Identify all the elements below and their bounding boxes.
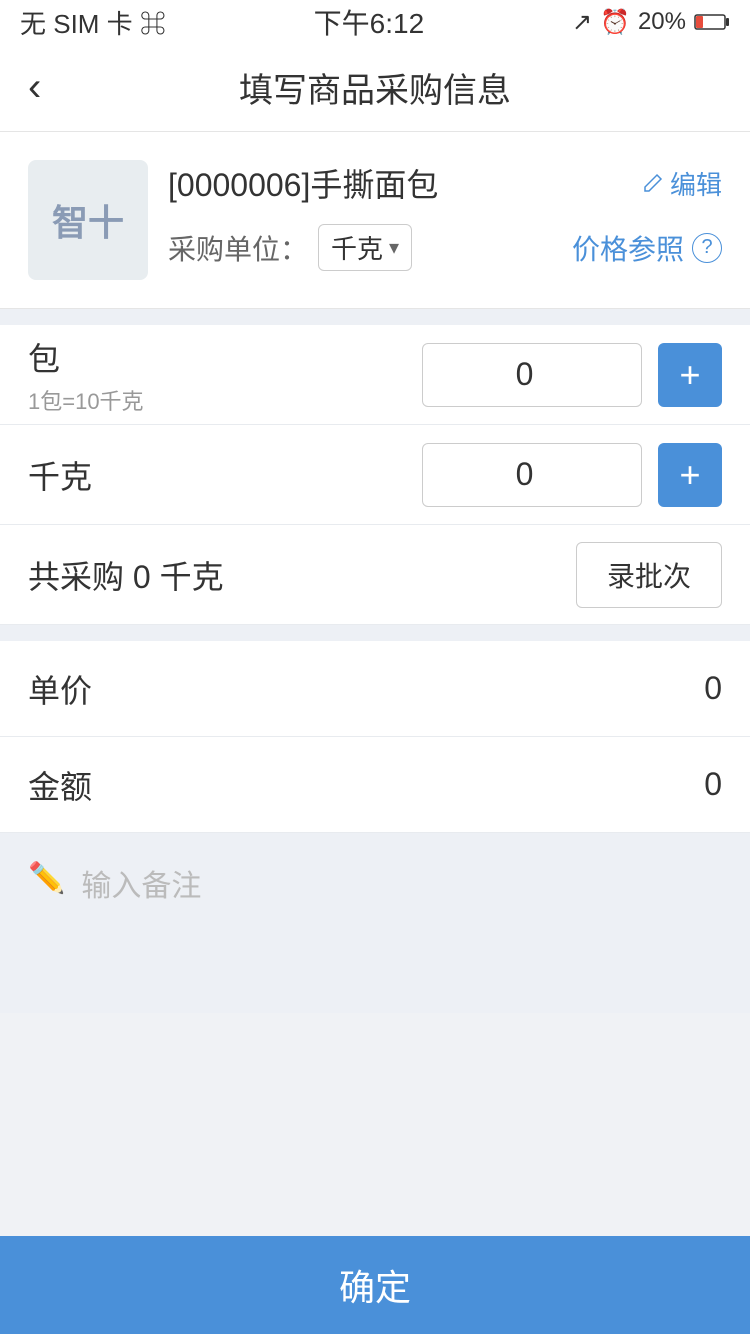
unit-label: 采购单位： <box>168 228 308 268</box>
unit-row: 采购单位： 千克 ▾ 价格参照 ? <box>168 224 722 271</box>
bao-plus-button[interactable]: + <box>658 343 722 407</box>
bao-quantity-input[interactable] <box>422 343 642 407</box>
amount-row: 金额 0 <box>0 737 750 833</box>
back-button[interactable]: ‹ <box>28 65 41 110</box>
product-logo: 智十 <box>52 194 124 246</box>
status-carrier: 无 SIM 卡 ⌘ <box>20 4 166 41</box>
kg-plus-button[interactable]: + <box>658 443 722 507</box>
unit-price-value: 0 <box>704 670 722 707</box>
product-name-row: [0000006]手撕面包 编辑 <box>168 160 722 206</box>
batch-button[interactable]: 录批次 <box>576 542 722 608</box>
section-divider-1 <box>0 309 750 325</box>
confirm-label: 确定 <box>339 1259 411 1311</box>
chevron-down-icon: ▾ <box>389 235 399 260</box>
edit-button[interactable]: 编辑 <box>642 165 722 202</box>
price-ref-button[interactable]: 价格参照 ? <box>572 228 722 268</box>
remark-section[interactable]: ✏️ 输入备注 <box>0 833 750 1013</box>
amount-label: 金额 <box>28 762 92 808</box>
remark-placeholder: 输入备注 <box>81 861 201 905</box>
battery-percent: 20% <box>638 8 686 36</box>
bao-label: 包 1包=10千克 <box>28 334 144 416</box>
product-name: [0000006]手撕面包 <box>168 160 438 206</box>
unit-price-label: 单价 <box>28 666 92 712</box>
unit-price-row: 单价 0 <box>0 641 750 737</box>
summary-text: 共采购 0 千克 <box>28 552 224 598</box>
product-image: 智十 <box>28 160 148 280</box>
kg-input-control: + <box>128 443 722 507</box>
input-section: 包 1包=10千克 + 千克 + <box>0 325 750 525</box>
battery-icon <box>694 13 730 31</box>
kg-quantity-input[interactable] <box>422 443 642 507</box>
kg-input-row: 千克 + <box>0 425 750 525</box>
status-right: ↗ ⏰ 20% <box>572 8 730 37</box>
product-info: [0000006]手撕面包 编辑 采购单位： 千克 ▾ 价格 <box>168 160 722 271</box>
bao-input-row: 包 1包=10千克 + <box>0 325 750 425</box>
kg-label: 千克 <box>28 452 128 498</box>
status-bar: 无 SIM 卡 ⌘ 下午6:12 ↗ ⏰ 20% <box>0 0 750 44</box>
location-icon: ↗ <box>572 8 592 37</box>
nav-bar: ‹ 填写商品采购信息 <box>0 44 750 132</box>
summary-row: 共采购 0 千克 录批次 <box>0 525 750 625</box>
section-divider-2 <box>0 625 750 641</box>
amount-value: 0 <box>704 766 722 803</box>
product-section: 智十 [0000006]手撕面包 编辑 采购单位： 千克 ▾ <box>0 132 750 309</box>
alarm-icon: ⏰ <box>600 8 630 37</box>
pencil-icon: ✏️ <box>28 861 65 896</box>
price-section: 单价 0 金额 0 <box>0 641 750 833</box>
unit-select[interactable]: 千克 ▾ <box>318 224 412 271</box>
status-time: 下午6:12 <box>314 2 425 42</box>
confirm-button[interactable]: 确定 <box>0 1236 750 1334</box>
bao-input-control: + <box>144 343 722 407</box>
help-icon: ? <box>692 233 722 263</box>
page-title: 填写商品采购信息 <box>239 63 511 112</box>
